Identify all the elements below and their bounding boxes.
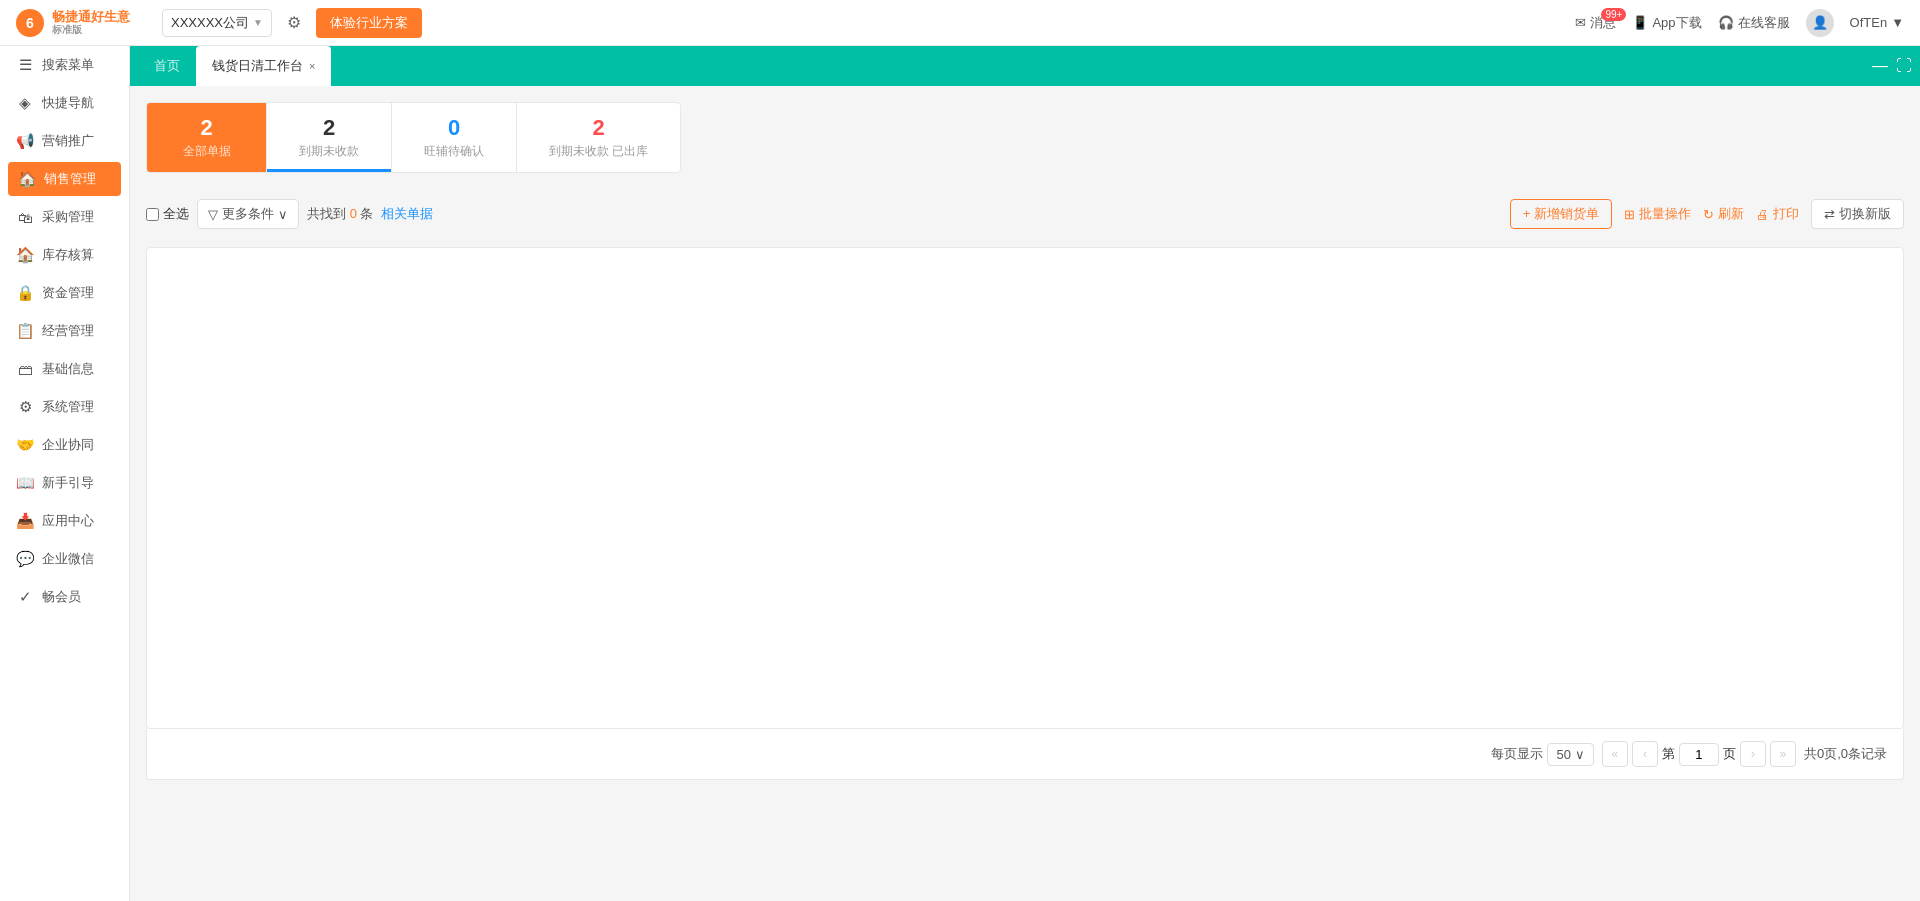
top-right-area: ✉ 消息 99+ 📱 App下载 🎧 在线客服 👤 OfTEn ▼ [1575,9,1904,37]
tab-expand-controls: — ⛶ [1872,57,1912,75]
sidebar-item-enterprise[interactable]: 🤝企业协同 [0,426,129,464]
guide-icon: 📖 [16,474,34,492]
app-download-button[interactable]: 📱 App下载 [1632,14,1701,32]
chevron-down-page-icon: ∨ [1575,747,1585,762]
print-icon: 🖨 [1756,207,1769,222]
batch-operation-button[interactable]: ⊞ 批量操作 [1624,205,1691,223]
settings-button[interactable]: ⚙ [280,9,308,37]
sidebar: ☰搜索菜单◈快捷导航📢营销推广🏠销售管理🛍采购管理🏠库存核算🔒资金管理📋经营管理… [0,0,130,901]
filter-button[interactable]: ▽ 更多条件 ∨ [197,199,299,229]
close-tab-icon[interactable]: × [309,60,315,72]
page-number-input[interactable] [1679,743,1719,766]
data-table [146,247,1904,729]
sidebar-item-system[interactable]: ⚙系统管理 [0,388,129,426]
add-sale-button[interactable]: + 新增销货单 [1510,199,1612,229]
member-icon: ✓ [16,588,34,606]
switch-version-button[interactable]: ⇄ 切换新版 [1811,199,1904,229]
pagination: 每页显示 50 ∨ « ‹ 第 页 › » 共0页,0条记录 [146,729,1904,780]
refresh-button[interactable]: ↻ 刷新 [1703,205,1744,223]
operations-icon: 📋 [16,322,34,340]
message-button[interactable]: ✉ 消息 99+ [1575,14,1616,32]
found-text: 共找到 0 条 [307,205,373,223]
avatar[interactable]: 👤 [1806,9,1834,37]
enterprise-icon: 🤝 [16,436,34,454]
sidebar-item-wechat[interactable]: 💬企业微信 [0,540,129,578]
system-icon: ⚙ [16,398,34,416]
app-center-icon: 📥 [16,512,34,530]
select-all-input[interactable] [146,208,159,221]
trial-button[interactable]: 体验行业方案 [316,8,422,38]
summary-tab-overdue[interactable]: 2到期未收款 [267,103,392,172]
sidebar-item-base-info[interactable]: 🗃基础信息 [0,350,129,388]
wechat-icon: 💬 [16,550,34,568]
logo-area: 6 畅捷通好生意 标准版 [16,9,146,37]
filter-icon: ▽ [208,207,218,222]
search-menu-icon: ☰ [16,56,34,74]
online-service-button[interactable]: 🎧 在线客服 [1718,14,1790,32]
maximize-icon[interactable]: ⛶ [1896,57,1912,75]
marketing-icon: 📢 [16,132,34,150]
first-page-button[interactable]: « [1602,741,1628,767]
sales-icon: 🏠 [18,170,36,188]
chevron-down-icon-user: ▼ [1891,15,1904,30]
sidebar-item-purchase[interactable]: 🛍采购管理 [0,198,129,236]
base-info-icon: 🗃 [16,361,34,378]
username-display[interactable]: OfTEn ▼ [1850,15,1904,30]
page-total: 共0页,0条记录 [1804,745,1887,763]
sidebar-item-search-menu[interactable]: ☰搜索菜单 [0,46,129,84]
tab-navigation: 首页 钱货日清工作台 × — ⛶ [130,46,1920,86]
service-icon: 🎧 [1718,15,1734,30]
logo-icon: 6 [16,9,44,37]
related-docs-link[interactable]: 相关单据 [381,205,433,223]
page-navigation: « ‹ 第 页 › » [1602,741,1796,767]
page-size-dropdown[interactable]: 50 ∨ [1547,743,1593,766]
chevron-down-icon: ▼ [253,17,263,28]
prev-page-button[interactable]: ‹ [1632,741,1658,767]
quick-nav-icon: ◈ [16,94,34,112]
company-selector[interactable]: XXXXXX公司 ▼ [162,9,272,37]
select-all-checkbox[interactable]: 全选 [146,205,189,223]
page-size-selector: 每页显示 50 ∨ [1491,743,1593,766]
top-bar: 6 畅捷通好生意 标准版 XXXXXX公司 ▼ ⚙ 体验行业方案 ✉ 消息 99… [0,0,1920,46]
toolbar: 全选 ▽ 更多条件 ∨ 共找到 0 条 相关单据 + 新增销货单 ⊞ 批量操作 … [146,189,1904,239]
sidebar-item-marketing[interactable]: 📢营销推广 [0,122,129,160]
gear-icon: ⚙ [287,13,301,32]
summary-tab-all[interactable]: 2全部单据 [147,103,267,172]
print-button[interactable]: 🖨 打印 [1756,205,1799,223]
tab-home[interactable]: 首页 [138,46,196,86]
message-badge: 99+ [1601,8,1626,21]
sidebar-item-app-center[interactable]: 📥应用中心 [0,502,129,540]
switch-icon: ⇄ [1824,207,1835,222]
next-page-button[interactable]: › [1740,741,1766,767]
summary-tab-overdue-shipped[interactable]: 2到期未收款 已出库 [517,103,680,172]
inventory-icon: 🏠 [16,246,34,264]
minimize-icon[interactable]: — [1872,57,1888,75]
sidebar-item-operations[interactable]: 📋经营管理 [0,312,129,350]
summary-tab-pending[interactable]: 0旺辅待确认 [392,103,517,172]
purchase-icon: 🛍 [16,209,34,226]
sidebar-item-quick-nav[interactable]: ◈快捷导航 [0,84,129,122]
tab-qianhuoqingong[interactable]: 钱货日清工作台 × [196,46,331,86]
logo-text: 畅捷通好生意 标准版 [52,9,130,37]
finance-icon: 🔒 [16,284,34,302]
refresh-icon: ↻ [1703,207,1714,222]
sidebar-item-sales[interactable]: 🏠销售管理 [8,162,121,196]
user-icon: 👤 [1812,15,1828,30]
summary-tabs: 2全部单据2到期未收款0旺辅待确认2到期未收款 已出库 [146,102,681,173]
chevron-down-filter-icon: ∨ [278,207,288,222]
main-content: 2全部单据2到期未收款0旺辅待确认2到期未收款 已出库 全选 ▽ 更多条件 ∨ … [130,86,1920,901]
sidebar-item-finance[interactable]: 🔒资金管理 [0,274,129,312]
sidebar-item-inventory[interactable]: 🏠库存核算 [0,236,129,274]
toolbar-right: + 新增销货单 ⊞ 批量操作 ↻ 刷新 🖨 打印 ⇄ 切换新版 [1510,199,1904,229]
batch-icon: ⊞ [1624,207,1635,222]
last-page-button[interactable]: » [1770,741,1796,767]
message-icon: ✉ [1575,15,1586,30]
sidebar-item-guide[interactable]: 📖新手引导 [0,464,129,502]
empty-state [147,248,1903,728]
download-icon: 📱 [1632,15,1648,30]
sidebar-item-member[interactable]: ✓畅会员 [0,578,129,616]
